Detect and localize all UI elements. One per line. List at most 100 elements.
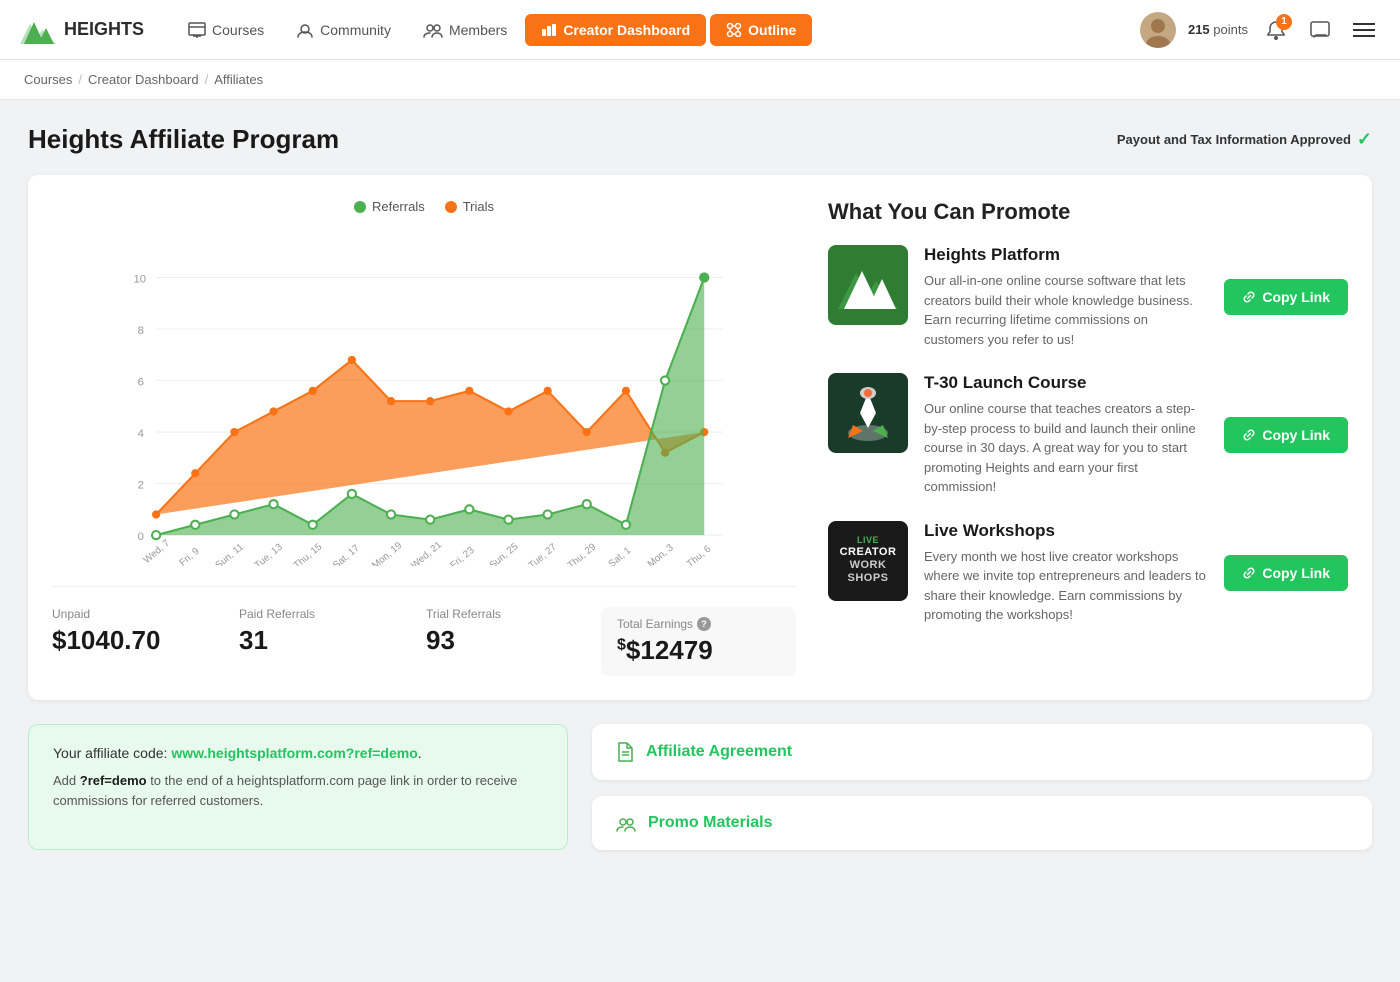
hamburger-btn[interactable] xyxy=(1348,14,1380,46)
notifications-btn[interactable]: 1 xyxy=(1260,14,1292,46)
total-label: Total Earnings ? xyxy=(617,617,780,631)
brand-name: HEIGHTS xyxy=(64,19,144,40)
nav-courses[interactable]: Courses xyxy=(174,14,278,46)
approved-check-icon: ✓ xyxy=(1357,129,1372,150)
svg-text:Mon, 19: Mon, 19 xyxy=(370,540,404,566)
unpaid-value: $1040.70 xyxy=(52,625,215,656)
affiliate-prefix: Your affiliate code: xyxy=(53,745,171,761)
avatar[interactable] xyxy=(1140,12,1176,48)
heights-platform-name: Heights Platform xyxy=(924,245,1208,265)
stat-unpaid: Unpaid $1040.70 xyxy=(52,607,227,676)
svg-text:Fri, 9: Fri, 9 xyxy=(178,546,202,566)
svg-text:Wed, 7: Wed, 7 xyxy=(142,538,173,566)
svg-text:Thu, 29: Thu, 29 xyxy=(566,542,598,566)
total-value: $$12479 xyxy=(617,635,780,666)
workshops-content: Live Workshops Every month we host live … xyxy=(924,521,1208,625)
svg-text:8: 8 xyxy=(138,325,144,337)
note-prefix: Add xyxy=(53,773,80,788)
link-icon-3 xyxy=(1242,566,1256,580)
heights-platform-img xyxy=(828,245,908,325)
svg-text:Thu, 6: Thu, 6 xyxy=(685,544,713,566)
stat-total: Total Earnings ? $$12479 xyxy=(601,607,796,676)
chart-legend: Referrals Trials xyxy=(52,199,796,214)
t30-desc: Our online course that teaches creators … xyxy=(924,399,1208,497)
note-bold: ?ref=demo xyxy=(80,773,147,788)
svg-text:Sat, 17: Sat, 17 xyxy=(331,543,362,566)
link-icon-2 xyxy=(1242,428,1256,442)
trials-label: Trials xyxy=(463,199,494,214)
workshops-img: LIVE CREATOR WORK SHOPS xyxy=(828,521,908,601)
copy-link-t30-btn[interactable]: Copy Link xyxy=(1224,417,1348,453)
affiliate-agreement-link[interactable]: Affiliate Agreement xyxy=(592,724,1372,780)
svg-text:10: 10 xyxy=(133,274,146,286)
svg-text:Fri, 23: Fri, 23 xyxy=(448,545,476,566)
svg-text:Sun, 25: Sun, 25 xyxy=(488,541,521,566)
legend-referrals: Referrals xyxy=(354,199,425,214)
promo-materials-text: Promo Materials xyxy=(648,814,772,832)
affiliate-code-box: Your affiliate code: www.heightsplatform… xyxy=(28,724,568,850)
t30-name: T-30 Launch Course xyxy=(924,373,1208,393)
logo[interactable]: HEIGHTS xyxy=(20,16,144,44)
svg-text:Tue, 13: Tue, 13 xyxy=(253,542,285,566)
promo-icon xyxy=(616,814,636,832)
creator-dashboard-btn[interactable]: Creator Dashboard xyxy=(525,14,706,46)
dashboard-icon xyxy=(541,23,557,37)
message-icon xyxy=(1310,21,1330,39)
nav-community[interactable]: Community xyxy=(282,14,405,46)
stat-paid: Paid Referrals 31 xyxy=(227,607,414,676)
hamburger-icon xyxy=(1353,22,1375,38)
help-icon[interactable]: ? xyxy=(697,617,711,631)
copy-link-heights-btn[interactable]: Copy Link xyxy=(1224,279,1348,315)
courses-label: Courses xyxy=(212,22,264,38)
outline-btn[interactable]: Outline xyxy=(710,14,812,46)
community-icon xyxy=(296,22,314,38)
main-card-inner: Referrals Trials 0 2 4 6 8 1 xyxy=(52,199,1348,676)
chart-svg: 0 2 4 6 8 10 xyxy=(52,226,796,566)
legend-trials: Trials xyxy=(445,199,494,214)
messages-btn[interactable] xyxy=(1304,14,1336,46)
breadcrumb-affiliates[interactable]: Affiliates xyxy=(214,72,263,87)
stat-trial: Trial Referrals 93 xyxy=(414,607,601,676)
breadcrumb-creator-dashboard[interactable]: Creator Dashboard xyxy=(88,72,199,87)
chart-stats: Unpaid $1040.70 Paid Referrals 31 Trial … xyxy=(52,586,796,676)
svg-text:Wed, 21: Wed, 21 xyxy=(409,540,444,566)
nav-members[interactable]: Members xyxy=(409,14,521,46)
creator-dashboard-label: Creator Dashboard xyxy=(563,22,690,38)
svg-text:4: 4 xyxy=(138,428,144,440)
workshops-desc: Every month we host live creator worksho… xyxy=(924,547,1208,625)
t30-img xyxy=(828,373,908,453)
copy-link-label-3: Copy Link xyxy=(1262,565,1330,581)
affiliate-link[interactable]: www.heightsplatform.com?ref=demo xyxy=(171,745,417,761)
svg-text:Mon, 3: Mon, 3 xyxy=(646,542,676,566)
affiliate-agreement-text: Affiliate Agreement xyxy=(646,743,792,761)
header-right: 215 points 1 xyxy=(1140,12,1380,48)
outline-label: Outline xyxy=(748,22,796,38)
trial-value: 93 xyxy=(426,625,589,656)
svg-text:Thu, 15: Thu, 15 xyxy=(292,541,325,566)
promote-item-heights: Heights Platform Our all-in-one online c… xyxy=(828,245,1348,349)
heights-platform-desc: Our all-in-one online course software th… xyxy=(924,271,1208,349)
right-links: Affiliate Agreement Promo Materials xyxy=(592,724,1372,850)
page-title: Heights Affiliate Program xyxy=(28,124,339,155)
referrals-dot xyxy=(354,201,366,213)
breadcrumb-sep-1: / xyxy=(78,72,82,87)
trials-dot xyxy=(445,201,457,213)
promo-materials-link[interactable]: Promo Materials xyxy=(592,796,1372,850)
page-content: Heights Affiliate Program Payout and Tax… xyxy=(0,100,1400,874)
copy-link-workshops-btn[interactable]: Copy Link xyxy=(1224,555,1348,591)
chart-container: 0 2 4 6 8 10 xyxy=(52,226,796,566)
paid-value: 31 xyxy=(239,625,402,656)
promote-item-t30: T-30 Launch Course Our online course tha… xyxy=(828,373,1348,497)
svg-text:Sun, 11: Sun, 11 xyxy=(213,542,245,566)
referrals-label: Referrals xyxy=(372,199,425,214)
doc-icon xyxy=(616,742,634,762)
notif-badge: 1 xyxy=(1276,14,1292,30)
main-nav: Courses Community Members Creator Dashbo… xyxy=(174,14,1140,46)
svg-text:0: 0 xyxy=(138,531,144,543)
promote-section: What You Can Promote Heights Platform Ou… xyxy=(828,199,1348,676)
copy-link-label-1: Copy Link xyxy=(1262,289,1330,305)
members-label: Members xyxy=(449,22,507,38)
promote-title: What You Can Promote xyxy=(828,199,1348,225)
header: HEIGHTS Courses Community Members Creato… xyxy=(0,0,1400,60)
breadcrumb-courses[interactable]: Courses xyxy=(24,72,72,87)
